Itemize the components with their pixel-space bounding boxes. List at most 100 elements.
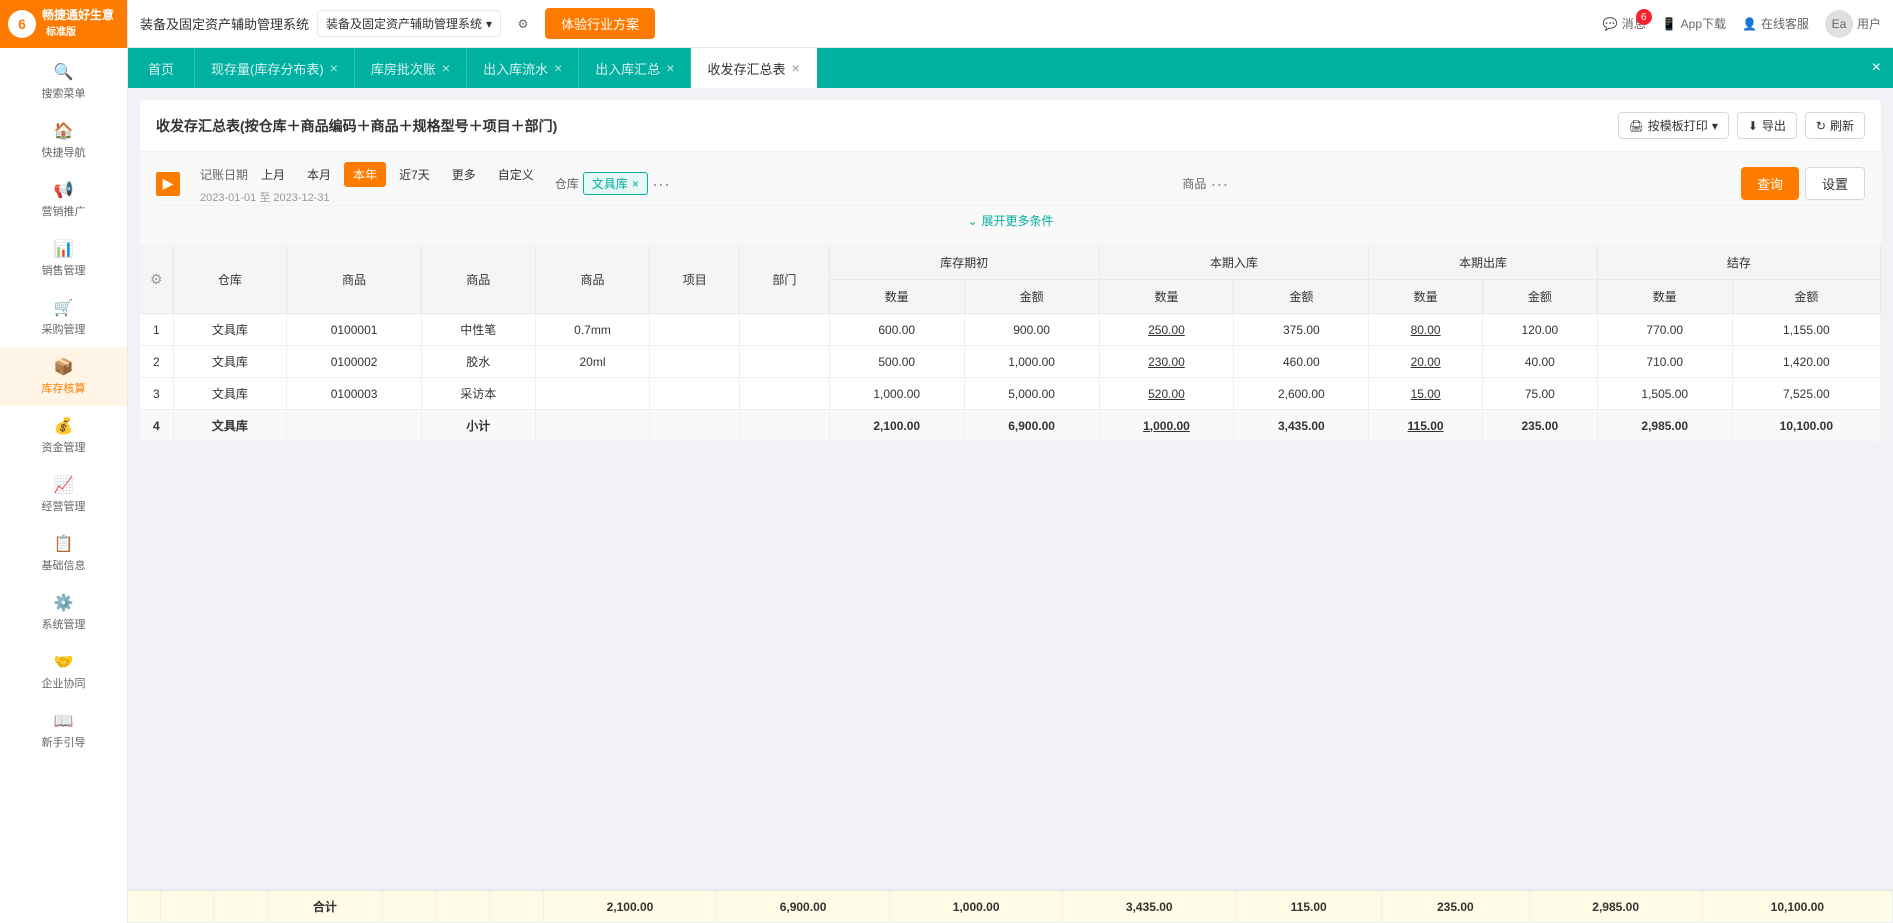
- service-icon: 👤: [1742, 17, 1757, 31]
- sidebar-item-label: 采购管理: [42, 321, 86, 337]
- sidebar-nav: 🔍 搜索菜单 🏠 快捷导航 📢 营销推广 📊 销售管理 🛒 采购管理 📦: [0, 48, 127, 923]
- tab-close-stock-summary[interactable]: ×: [792, 60, 800, 76]
- out-qty-link-2[interactable]: 15.00: [1369, 378, 1483, 410]
- th-out-amt: 金额: [1482, 280, 1597, 314]
- logo-text: 畅捷通好生意 标准版: [42, 8, 114, 41]
- sidebar-item-inventory[interactable]: 📦 库存核算: [0, 347, 127, 406]
- in-qty-link-2[interactable]: 520.00: [1099, 378, 1234, 410]
- expand-button[interactable]: ⌄ 展开更多条件: [967, 212, 1053, 229]
- tab-stock-summary[interactable]: 收发存汇总表 ×: [691, 48, 816, 88]
- th-in-group: 本期入库: [1099, 246, 1369, 280]
- system-title: 装备及固定资产辅助管理系统: [140, 14, 309, 33]
- warehouse-tag-close[interactable]: ×: [632, 177, 639, 191]
- out-qty-link-1[interactable]: 20.00: [1369, 346, 1483, 378]
- footer-open-amt: 6,900.00: [717, 891, 890, 923]
- tab-inventory-dist[interactable]: 现存量(库存分布表) ×: [195, 48, 355, 88]
- print-button[interactable]: 🖨 按模板打印 ▾: [1618, 112, 1729, 139]
- out-qty-link-3[interactable]: 115.00: [1369, 410, 1483, 442]
- date-btn-this-year[interactable]: 本年: [344, 162, 386, 187]
- system-dropdown[interactable]: 装备及固定资产辅助管理系统 ▾: [317, 10, 501, 37]
- th-in-qty: 数量: [1099, 280, 1234, 314]
- tab-close-inventory-dist[interactable]: ×: [330, 60, 338, 76]
- printer-icon: 🖨: [1629, 119, 1644, 133]
- date-btn-custom[interactable]: 自定义: [489, 162, 543, 187]
- th-close-amt: 金额: [1732, 280, 1880, 314]
- date-label: 记账日期: [200, 166, 248, 183]
- th-out-qty: 数量: [1369, 280, 1483, 314]
- sidebar-item-basic[interactable]: 📋 基础信息: [0, 524, 127, 583]
- sidebar-item-marketing[interactable]: 📢 营销推广: [0, 170, 127, 229]
- th-open-qty: 数量: [829, 280, 964, 314]
- sidebar-item-label: 搜索菜单: [42, 85, 86, 101]
- query-button[interactable]: 查询: [1741, 167, 1799, 200]
- sidebar-item-label: 库存核算: [42, 380, 86, 396]
- sidebar-item-purchase[interactable]: 🛒 采购管理: [0, 288, 127, 347]
- user-menu[interactable]: Ea 用户: [1825, 10, 1881, 38]
- chevron-down-icon: ▾: [1712, 119, 1718, 133]
- quick-nav-icon: 🏠: [54, 121, 74, 141]
- filter-settings-button[interactable]: 设置: [1805, 167, 1865, 200]
- page-content: 收发存汇总表(按仓库＋商品编码＋商品＋规格型号＋项目＋部门) 🖨 按模板打印 ▾…: [128, 88, 1893, 889]
- sidebar-item-quick-nav[interactable]: 🏠 快捷导航: [0, 111, 127, 170]
- date-btn-last-month[interactable]: 上月: [252, 162, 294, 187]
- date-btn-7days[interactable]: 近7天: [390, 162, 439, 187]
- th-out-group: 本期出库: [1369, 246, 1598, 280]
- footer-open-qty: 2,100.00: [543, 891, 716, 923]
- page-actions: 🖨 按模板打印 ▾ ⬇ 导出 ↻ 刷新: [1618, 112, 1865, 139]
- in-qty-link-3[interactable]: 1,000.00: [1099, 410, 1234, 442]
- footer-out-amt: 235.00: [1382, 891, 1530, 923]
- sidebar-item-operation[interactable]: 📈 经营管理: [0, 465, 127, 524]
- settings-button[interactable]: ⚙: [509, 10, 537, 38]
- tab-close-inout-flow[interactable]: ×: [554, 60, 562, 76]
- sidebar-item-sales[interactable]: 📊 销售管理: [0, 229, 127, 288]
- collapse-arrow[interactable]: ▶: [156, 172, 180, 196]
- date-range: 2023-01-01 至 2023-12-31: [200, 189, 543, 205]
- sidebar-item-label: 经营管理: [42, 498, 86, 514]
- goods-more[interactable]: ···: [1210, 175, 1228, 193]
- sidebar-item-system[interactable]: ⚙️ 系统管理: [0, 583, 127, 642]
- top-header: 装备及固定资产辅助管理系统 装备及固定资产辅助管理系统 ▾ ⚙ 体验行业方案 💬…: [128, 0, 1893, 48]
- in-qty-link-0[interactable]: 250.00: [1099, 314, 1234, 346]
- th-goods-spec: 商品: [535, 246, 650, 314]
- filter-date-col: 记账日期 上月 本月 本年 近7天 更多 自定义 2023-01-01 至 20…: [200, 162, 543, 205]
- data-table: ⚙ 仓库 商品 商品 商品 项目 部门 库存期初 本期入库 本期出库: [140, 246, 1881, 442]
- th-project: 项目: [650, 246, 740, 314]
- tab-close-batch[interactable]: ×: [442, 60, 450, 76]
- tab-close-inout-summary[interactable]: ×: [666, 60, 674, 76]
- expand-row: ⌄ 展开更多条件: [156, 205, 1865, 235]
- export-icon: ⬇: [1748, 119, 1758, 133]
- message-button[interactable]: 💬 消息 6: [1603, 15, 1646, 32]
- out-qty-link-0[interactable]: 80.00: [1369, 314, 1483, 346]
- column-settings-icon[interactable]: ⚙: [150, 271, 163, 287]
- sidebar-item-finance[interactable]: 💰 资金管理: [0, 406, 127, 465]
- filter-goods: 商品 ···: [1182, 175, 1228, 193]
- table-row: 3 文具库 0100003 采访本 1,000.00 5,000.00 520.…: [140, 378, 1881, 410]
- in-qty-link-1[interactable]: 230.00: [1099, 346, 1234, 378]
- try-button[interactable]: 体验行业方案: [545, 8, 655, 39]
- th-open-amt: 金额: [964, 280, 1099, 314]
- main-content: 装备及固定资产辅助管理系统 装备及固定资产辅助管理系统 ▾ ⚙ 体验行业方案 💬…: [128, 0, 1893, 923]
- tab-bar-close[interactable]: ×: [1860, 59, 1893, 77]
- warehouse-more[interactable]: ···: [652, 175, 670, 193]
- app-download-button[interactable]: 📱 App下载: [1662, 15, 1726, 32]
- date-btn-this-month[interactable]: 本月: [298, 162, 340, 187]
- sidebar-item-enterprise[interactable]: 🤝 企业协同: [0, 642, 127, 701]
- refresh-button[interactable]: ↻ 刷新: [1805, 112, 1865, 139]
- export-button[interactable]: ⬇ 导出: [1737, 112, 1797, 139]
- sidebar-item-search[interactable]: 🔍 搜索菜单: [0, 52, 127, 111]
- tab-home[interactable]: 首页: [128, 48, 195, 88]
- sidebar-item-guide[interactable]: 📖 新手引导: [0, 701, 127, 760]
- refresh-icon: ↻: [1816, 119, 1826, 133]
- tab-batch[interactable]: 库房批次账 ×: [355, 48, 467, 88]
- top-header-right: 💬 消息 6 📱 App下载 👤 在线客服 Ea 用户: [1603, 10, 1881, 38]
- table-subtotal-row: 4 文具库 小计 2,100.00 6,900.00 1,000.00: [140, 410, 1881, 442]
- table-footer: 合计 2,100.00 6,900.00 1,000.00 3,435.00 1…: [128, 889, 1893, 923]
- page-card: 收发存汇总表(按仓库＋商品编码＋商品＋规格型号＋项目＋部门) 🖨 按模板打印 ▾…: [140, 100, 1881, 442]
- finance-icon: 💰: [54, 416, 74, 436]
- date-btn-more[interactable]: 更多: [443, 162, 485, 187]
- th-in-amt: 金额: [1234, 280, 1369, 314]
- online-service-button[interactable]: 👤 在线客服: [1742, 15, 1809, 32]
- tab-inout-flow[interactable]: 出入库流水 ×: [467, 48, 579, 88]
- tab-inout-summary[interactable]: 出入库汇总 ×: [579, 48, 691, 88]
- footer-close-amt: 10,100.00: [1702, 891, 1892, 923]
